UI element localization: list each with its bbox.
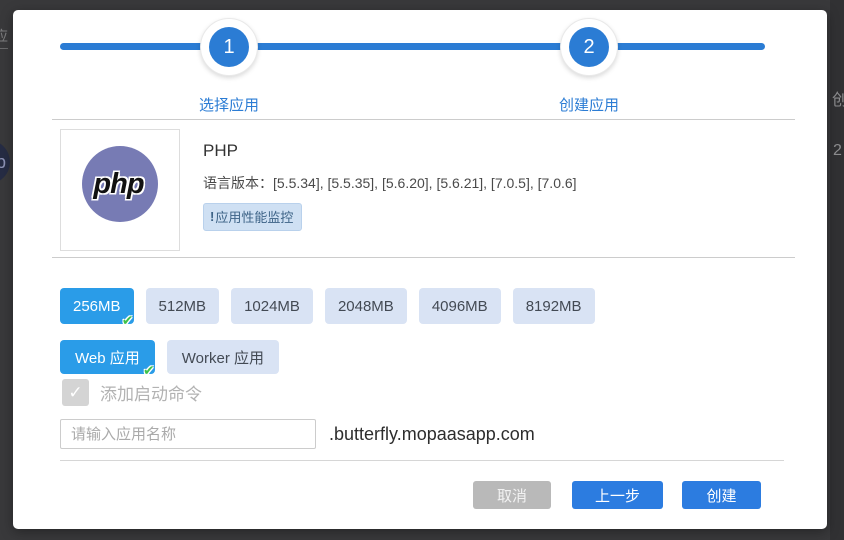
- app-type-row: Web 应用 ✔ Worker 应用: [60, 340, 291, 378]
- app-type-label: Worker 应用: [181, 349, 264, 367]
- step-2-label: 创建应用: [558, 97, 619, 114]
- cancel-button[interactable]: 取消: [473, 481, 551, 509]
- selected-check-icon: ✔: [121, 312, 134, 328]
- step-1-number: 1: [209, 27, 249, 67]
- apm-badge-label: 应用性能监控: [215, 210, 294, 225]
- create-button[interactable]: 创建: [682, 481, 761, 509]
- step-1-label: 选择应用: [198, 97, 259, 114]
- steps-progress-bar: [60, 43, 765, 50]
- startup-command-row: ✓ 添加启动命令: [62, 379, 202, 406]
- background-page-text-fragment: 应: [0, 26, 8, 49]
- app-type-web-button[interactable]: Web 应用 ✔: [60, 340, 155, 378]
- step-1-indicator[interactable]: 1: [200, 18, 258, 76]
- memory-option-2048mb[interactable]: 2048MB: [324, 288, 407, 324]
- selected-app-card: php: [60, 129, 180, 251]
- domain-suffix: .butterfly.mopaasapp.com: [329, 423, 535, 444]
- step-2-indicator[interactable]: 2: [560, 18, 618, 76]
- background-logo-fragment: p: [0, 140, 10, 184]
- monitor-icon: !: [210, 209, 215, 224]
- app-name-input[interactable]: [60, 419, 316, 449]
- memory-option-label: 2048MB: [337, 297, 394, 315]
- step-2-number: 2: [569, 27, 609, 67]
- divider: [52, 257, 795, 258]
- memory-option-label: 8192MB: [525, 297, 582, 315]
- app-type-label: Web 应用: [75, 349, 140, 367]
- app-type-worker-button[interactable]: Worker 应用: [166, 340, 279, 374]
- memory-option-256mb[interactable]: 256MB ✔: [60, 288, 134, 328]
- memory-option-label: 4096MB: [431, 297, 488, 315]
- apm-badge[interactable]: ! 应用性能监控: [203, 203, 303, 231]
- php-logo-icon: php: [82, 146, 158, 222]
- memory-option-1024mb[interactable]: 1024MB: [231, 288, 313, 324]
- app-name-row: .butterfly.mopaasapp.com: [60, 419, 535, 449]
- background-right-strip: 创 2: [830, 0, 844, 540]
- divider: [60, 460, 784, 461]
- background-text-fragment: 创: [832, 92, 844, 109]
- previous-step-button[interactable]: 上一步: [572, 481, 663, 509]
- memory-options-row: 256MB ✔ 512MB 1024MB 2048MB 4096MB 8192M…: [60, 288, 607, 328]
- memory-option-label: 1024MB: [244, 297, 300, 315]
- startup-command-label: 添加启动命令: [100, 385, 202, 404]
- divider: [52, 119, 795, 120]
- memory-option-label: 256MB: [73, 297, 121, 315]
- memory-option-512mb[interactable]: 512MB: [145, 288, 220, 324]
- create-app-dialog: 1 2 选择应用 创建应用 php PHP 语言版本：[5.5.34], [5.…: [13, 10, 827, 529]
- background-text-fragment: 2: [833, 142, 842, 159]
- app-title: PHP: [203, 141, 238, 160]
- php-logo-text: php: [93, 167, 144, 200]
- selected-check-icon: ✔: [143, 362, 155, 378]
- memory-option-8192mb[interactable]: 8192MB: [512, 288, 595, 324]
- memory-option-4096mb[interactable]: 4096MB: [418, 288, 501, 324]
- memory-option-label: 512MB: [158, 297, 207, 315]
- app-versions: 语言版本：[5.5.34], [5.5.35], [5.6.20], [5.6.…: [203, 175, 577, 191]
- app-info: PHP 语言版本：[5.5.34], [5.5.35], [5.6.20], […: [203, 141, 577, 231]
- startup-command-checkbox: ✓: [62, 379, 89, 406]
